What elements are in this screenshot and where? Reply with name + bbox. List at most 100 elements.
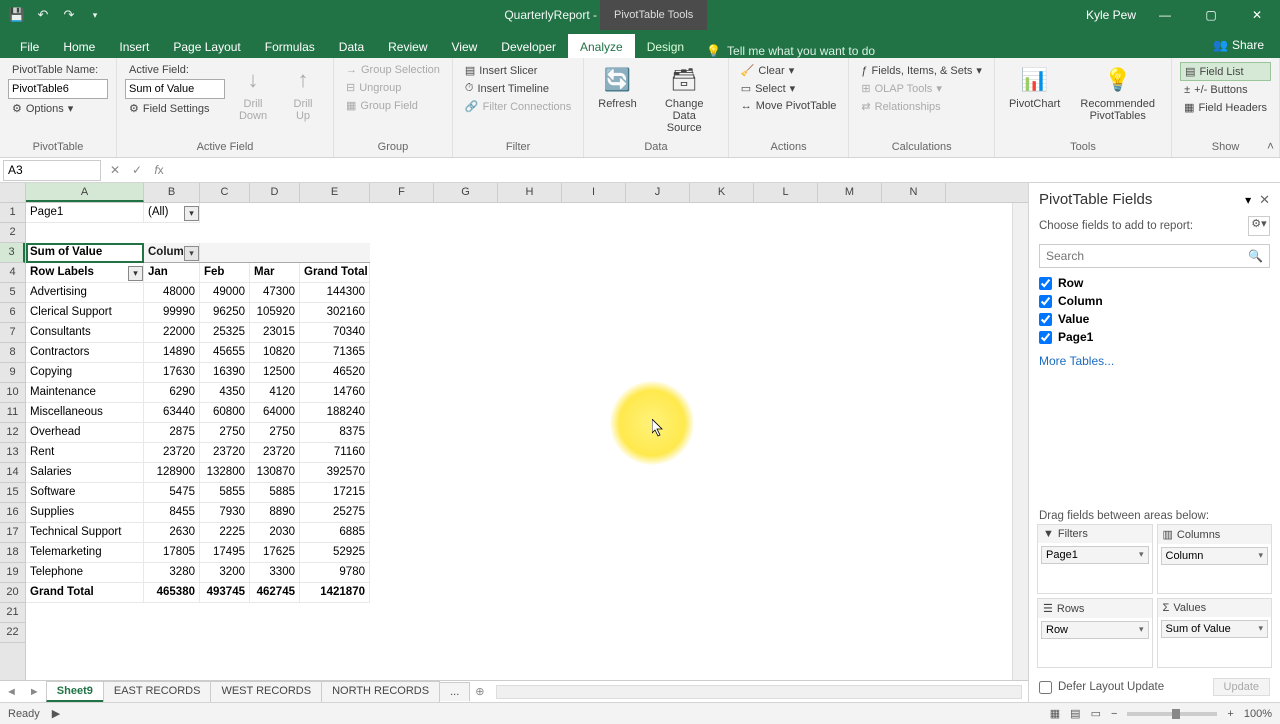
col-header-H[interactable]: H [498,183,562,202]
row-header-15[interactable]: 15 [0,483,25,503]
col-header-A[interactable]: A [26,183,144,202]
insert-slicer-button[interactable]: ▤ Insert Slicer [461,62,575,79]
undo-icon[interactable]: ↶ [34,6,52,24]
cell-A15[interactable]: Software [26,483,144,503]
col-header-J[interactable]: J [626,183,690,202]
tell-me-input[interactable]: 💡 Tell me what you want to do [706,44,875,58]
filter-dropdown-icon[interactable]: ▾ [184,246,199,261]
cell-A17[interactable]: Technical Support [26,523,144,543]
row-header-10[interactable]: 10 [0,383,25,403]
share-button[interactable]: 👥 Share [1197,32,1280,58]
cell-A7[interactable]: Consultants [26,323,144,343]
pivottable-name-input[interactable] [8,79,108,99]
clear-button[interactable]: 🧹 Clear ▾ [737,62,841,79]
cell-B7[interactable]: 22000 [144,323,200,343]
values-area[interactable]: ΣValues Sum of Value▾ [1157,598,1273,668]
tab-design[interactable]: Design [635,34,696,58]
cell-B6[interactable]: 99990 [144,303,200,323]
col-header-C[interactable]: C [200,183,250,202]
cell-A19[interactable]: Telephone [26,563,144,583]
row-header-4[interactable]: 4 [0,263,25,283]
cell-E18[interactable]: 52925 [300,543,370,563]
cell-D14[interactable]: 130870 [250,463,300,483]
field-checkbox-column[interactable] [1039,295,1052,308]
field-list-button[interactable]: ▤ Field List [1180,62,1271,81]
cell-B5[interactable]: 48000 [144,283,200,303]
cell-E13[interactable]: 71160 [300,443,370,463]
cell-B12[interactable]: 2875 [144,423,200,443]
cell-E16[interactable]: 25275 [300,503,370,523]
pivotchart-button[interactable]: 📊PivotChart [1003,62,1066,112]
area-item-values[interactable]: Sum of Value▾ [1161,620,1269,638]
field-checkbox-page1[interactable] [1039,331,1052,344]
col-header-B[interactable]: B [144,183,200,202]
qat-more-icon[interactable]: ▾ [86,6,104,24]
insert-timeline-button[interactable]: ⏱ Insert Timeline [461,80,575,97]
cell-B10[interactable]: 6290 [144,383,200,403]
tab-home[interactable]: Home [51,34,107,58]
row-header-13[interactable]: 13 [0,443,25,463]
area-item-columns[interactable]: Column▾ [1161,547,1269,565]
row-header-19[interactable]: 19 [0,563,25,583]
cell-E9[interactable]: 46520 [300,363,370,383]
select-button[interactable]: ▭ Select ▾ [737,80,841,97]
cell-E20[interactable]: 1421870 [300,583,370,603]
col-header-K[interactable]: K [690,183,754,202]
save-icon[interactable]: 💾 [8,6,26,24]
cell-A4[interactable]: Row Labels [26,263,144,283]
col-header-L[interactable]: L [754,183,818,202]
field-item-row[interactable]: Row [1039,274,1270,292]
cell-C19[interactable]: 3200 [200,563,250,583]
col-header-D[interactable]: D [250,183,300,202]
cell-C6[interactable]: 96250 [200,303,250,323]
cell-D19[interactable]: 3300 [250,563,300,583]
row-header-6[interactable]: 6 [0,303,25,323]
more-tables-link[interactable]: More Tables... [1029,348,1280,374]
cell-C17[interactable]: 2225 [200,523,250,543]
cell-D17[interactable]: 2030 [250,523,300,543]
cell-B13[interactable]: 23720 [144,443,200,463]
cell-E12[interactable]: 8375 [300,423,370,443]
row-header-21[interactable]: 21 [0,603,25,623]
cell-C10[interactable]: 4350 [200,383,250,403]
row-header-9[interactable]: 9 [0,363,25,383]
tab-review[interactable]: Review [376,34,439,58]
row-header-2[interactable]: 2 [0,223,25,243]
zoom-slider[interactable] [1127,712,1217,716]
zoom-out-icon[interactable]: − [1111,708,1117,720]
cell-D18[interactable]: 17625 [250,543,300,563]
cell-E6[interactable]: 302160 [300,303,370,323]
cell-E14[interactable]: 392570 [300,463,370,483]
cell-A18[interactable]: Telemarketing [26,543,144,563]
tab-data[interactable]: Data [327,34,376,58]
cell-E5[interactable]: 144300 [300,283,370,303]
tab-page-layout[interactable]: Page Layout [161,34,252,58]
filters-area[interactable]: ▼Filters Page1▾ [1037,524,1153,594]
cell-B18[interactable]: 17805 [144,543,200,563]
cell-C8[interactable]: 45655 [200,343,250,363]
search-icon[interactable]: 🔍 [1242,249,1269,263]
row-header-5[interactable]: 5 [0,283,25,303]
cell-E15[interactable]: 17215 [300,483,370,503]
minimize-icon[interactable]: — [1142,0,1188,30]
sheet-tab-west-records[interactable]: WEST RECORDS [210,681,322,702]
cell-D12[interactable]: 2750 [250,423,300,443]
cell-E11[interactable]: 188240 [300,403,370,423]
horizontal-scrollbar[interactable] [496,685,1022,699]
cell-D7[interactable]: 23015 [250,323,300,343]
cell-E8[interactable]: 71365 [300,343,370,363]
cell-B16[interactable]: 8455 [144,503,200,523]
row-header-17[interactable]: 17 [0,523,25,543]
cell-C7[interactable]: 25325 [200,323,250,343]
cell-E19[interactable]: 9780 [300,563,370,583]
cell-C15[interactable]: 5855 [200,483,250,503]
tab-analyze[interactable]: Analyze [568,34,635,58]
zoom-in-icon[interactable]: + [1227,708,1233,720]
zoom-level[interactable]: 100% [1244,708,1272,720]
col-header-M[interactable]: M [818,183,882,202]
cell-E10[interactable]: 14760 [300,383,370,403]
col-header-G[interactable]: G [434,183,498,202]
col-header-E[interactable]: E [300,183,370,202]
cell-B8[interactable]: 14890 [144,343,200,363]
cell-A1[interactable]: Page1 [26,203,144,223]
